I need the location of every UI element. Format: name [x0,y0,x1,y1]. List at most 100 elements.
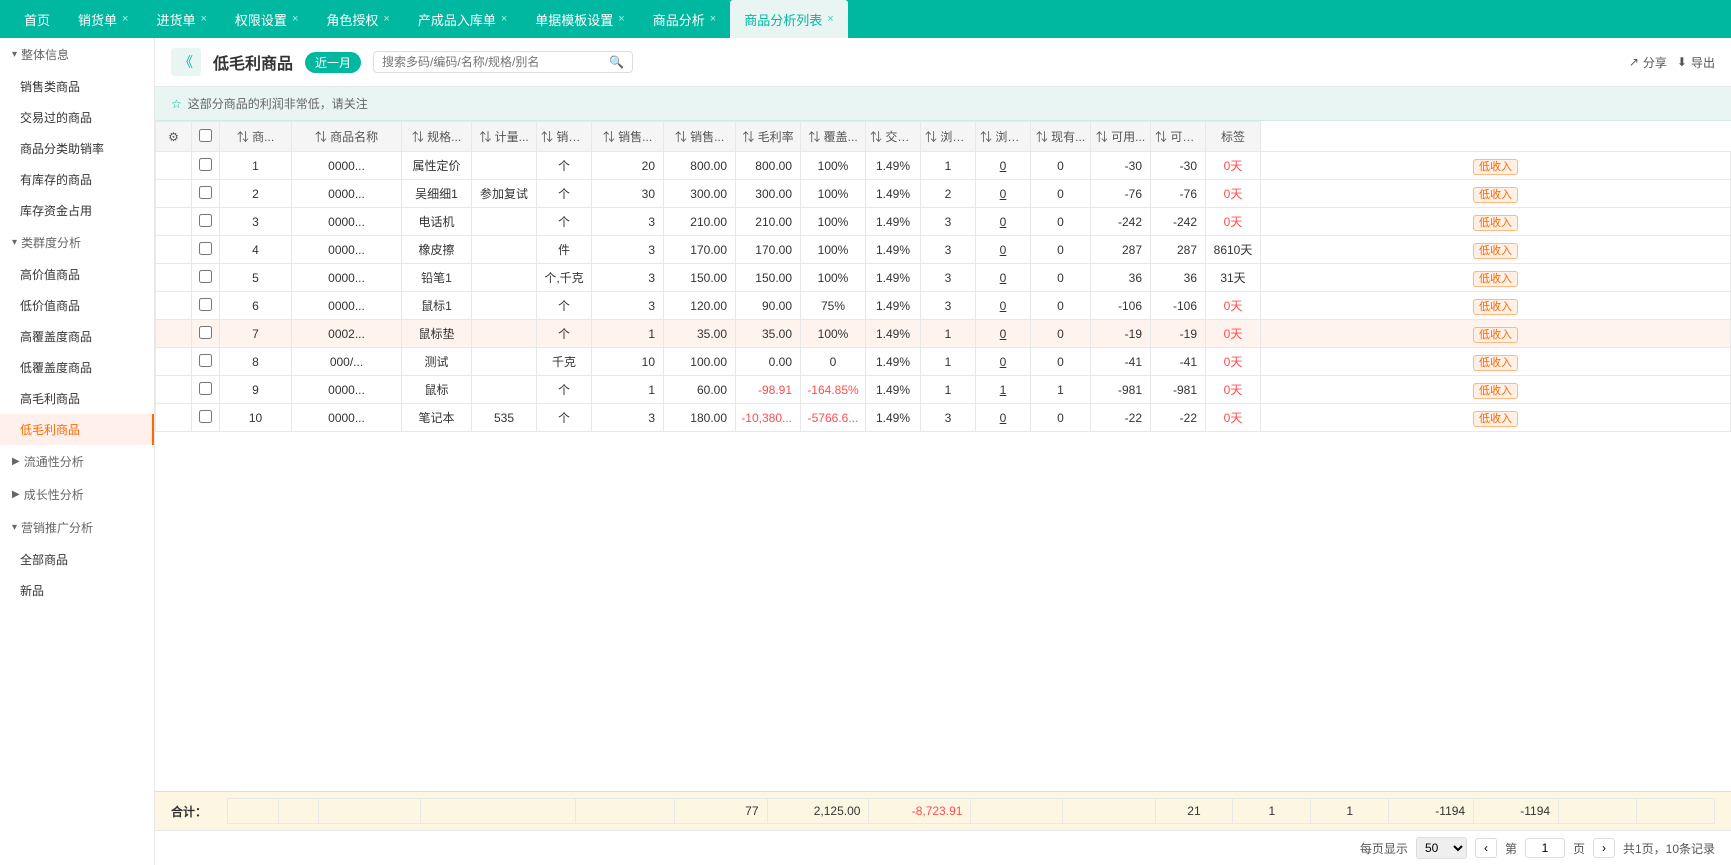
row-view1[interactable]: 0 [976,404,1031,432]
row-check[interactable] [192,320,220,348]
export-button[interactable]: ⬇ 导出 [1677,54,1715,71]
sidebar-item-capital[interactable]: 库存资金占用 [0,195,154,226]
row-check[interactable] [192,404,220,432]
code-col-header[interactable]: ⇅ 商... [220,122,292,152]
sidebar-item-low-value[interactable]: 低价值商品 [0,290,154,321]
row-check[interactable] [192,152,220,180]
nav-home[interactable]: 首页 [10,0,64,38]
unit-col-header[interactable]: ⇅ 计量... [472,122,537,152]
avail-col-header[interactable]: ⇅ 可用... [1091,122,1151,152]
next-page-button[interactable]: › [1593,838,1615,858]
nav-purchase[interactable]: 进货单× [142,0,220,38]
row-view1[interactable]: 0 [976,264,1031,292]
sidebar-item-low-coverage[interactable]: 低覆盖度商品 [0,352,154,383]
tag-col-header[interactable]: 标签 [1206,122,1261,152]
sidebar-item-high-coverage[interactable]: 高覆盖度商品 [0,321,154,352]
row-trade-cnt: 1 [921,152,976,180]
trade-cnt-col-header[interactable]: ⇅ 交易... [866,122,921,152]
row-check[interactable] [192,180,220,208]
nav-permission-close[interactable]: × [292,13,298,25]
nav-product-analysis-list[interactable]: 商品分析列表× [730,0,847,38]
row-view1[interactable]: 0 [976,180,1031,208]
nav-product-entry[interactable]: 产成品入库单× [404,0,521,38]
filter-tag-month[interactable]: 近一月 [305,52,361,73]
row-sales-qty: 10 [592,348,664,376]
row-name[interactable]: 笔记本 [402,404,472,432]
row-check[interactable] [192,264,220,292]
sales-amt-col-header[interactable]: ⇅ 销售... [664,122,736,152]
row-view1[interactable]: 0 [976,320,1031,348]
nav-purchase-close[interactable]: × [200,13,206,25]
sidebar-item-traded-products[interactable]: 交易过的商品 [0,102,154,133]
row-check[interactable] [192,348,220,376]
footer-summary: 合计： 77 2,125.00 -8,723.91 21 1 1 -119 [155,791,1731,830]
row-check[interactable] [192,236,220,264]
sidebar-item-all-products[interactable]: 全部商品 [0,544,154,575]
nav-template[interactable]: 单据模板设置× [521,0,638,38]
export-icon: ⬇ [1677,55,1687,69]
row-check[interactable] [192,376,220,404]
row-view1[interactable]: 0 [976,348,1031,376]
nav-sales-close[interactable]: × [122,13,128,25]
row-name[interactable]: 吴细细1 [402,180,472,208]
row-check[interactable] [192,292,220,320]
nav-sales[interactable]: 销货单× [64,0,142,38]
row-name[interactable]: 电话机 [402,208,472,236]
sidebar-item-category-rate[interactable]: 商品分类助销率 [0,133,154,164]
sidebar-item-new-products[interactable]: 新品 [0,575,154,606]
row-name[interactable]: 铅笔1 [402,264,472,292]
row-name[interactable]: 橡皮擦 [402,236,472,264]
row-view1[interactable]: 0 [976,152,1031,180]
nav-permission[interactable]: 权限设置× [221,0,312,38]
sidebar-item-sales-products[interactable]: 销售类商品 [0,71,154,102]
gross-margin-col-header[interactable]: ⇅ 毛利率 [736,122,801,152]
share-button[interactable]: ↗ 分享 [1629,54,1667,71]
row-view1[interactable]: 0 [976,236,1031,264]
row-check[interactable] [192,208,220,236]
page-input[interactable] [1525,838,1565,858]
prev-page-button[interactable]: ‹ [1475,838,1497,858]
sidebar-group-marketing-title[interactable]: ▾ 营销推广分析 [0,511,154,544]
row-view1[interactable]: 0 [976,292,1031,320]
sidebar-item-high-margin[interactable]: 高毛利商品 [0,383,154,414]
nav-product-analysis-close[interactable]: × [710,13,716,25]
nav-role[interactable]: 角色授权× [312,0,403,38]
nav-analysis-list-close[interactable]: × [827,13,833,25]
sidebar-group-cluster-title[interactable]: ▾ 类群度分析 [0,226,154,259]
sidebar-group-growth-title[interactable]: ▶ 成长性分析 [0,478,154,511]
sidebar-item-in-stock[interactable]: 有库存的商品 [0,164,154,195]
row-view1[interactable]: 0 [976,208,1031,236]
header-actions: ↗ 分享 ⬇ 导出 [1629,54,1715,71]
check-all[interactable] [199,129,212,142]
name-col-header[interactable]: ⇅ 商品名称 [292,122,402,152]
view1-col-header[interactable]: ⇅ 浏览... [921,122,976,152]
sidebar-item-high-value[interactable]: 高价值商品 [0,259,154,290]
nav-role-close[interactable]: × [383,13,389,25]
salable-col-header[interactable]: ⇅ 可销... [1151,122,1206,152]
nav-product-close[interactable]: × [501,13,507,25]
search-input[interactable] [382,55,605,69]
row-name[interactable]: 测试 [402,348,472,376]
nav-product-analysis[interactable]: 商品分析× [639,0,730,38]
cover-rate-col-header[interactable]: ⇅ 覆盖... [801,122,866,152]
stock-col-header[interactable]: ⇅ 现有... [1031,122,1091,152]
row-view1[interactable]: 1 [976,376,1031,404]
per-page-select[interactable]: 50 100 200 [1416,837,1467,859]
spec-col-header[interactable]: ⇅ 规格... [402,122,472,152]
row-name[interactable]: 鼠标1 [402,292,472,320]
search-icon[interactable]: 🔍 [609,55,624,69]
row-name[interactable]: 鼠标垫 [402,320,472,348]
settings-col-header[interactable]: ⚙ [156,122,192,152]
sidebar-collapse-button[interactable]: 《 [171,48,201,76]
row-name[interactable]: 鼠标 [402,376,472,404]
sales-qty-col-header[interactable]: ⇅ 销售... [537,122,592,152]
check-col-header[interactable] [192,122,220,152]
row-name[interactable]: 属性定价 [402,152,472,180]
view2-col-header[interactable]: ⇅ 浏览... [976,122,1031,152]
sidebar-group-overall-title[interactable]: ▾ 整体信息 [0,38,154,71]
row-stock: -30 [1091,152,1151,180]
nav-template-close[interactable]: × [618,13,624,25]
sidebar-group-liquidity-title[interactable]: ▶ 流通性分析 [0,445,154,478]
sales-price-col-header[interactable]: ⇅ 销售... [592,122,664,152]
sidebar-item-low-margin[interactable]: 低毛利商品 [0,414,154,445]
